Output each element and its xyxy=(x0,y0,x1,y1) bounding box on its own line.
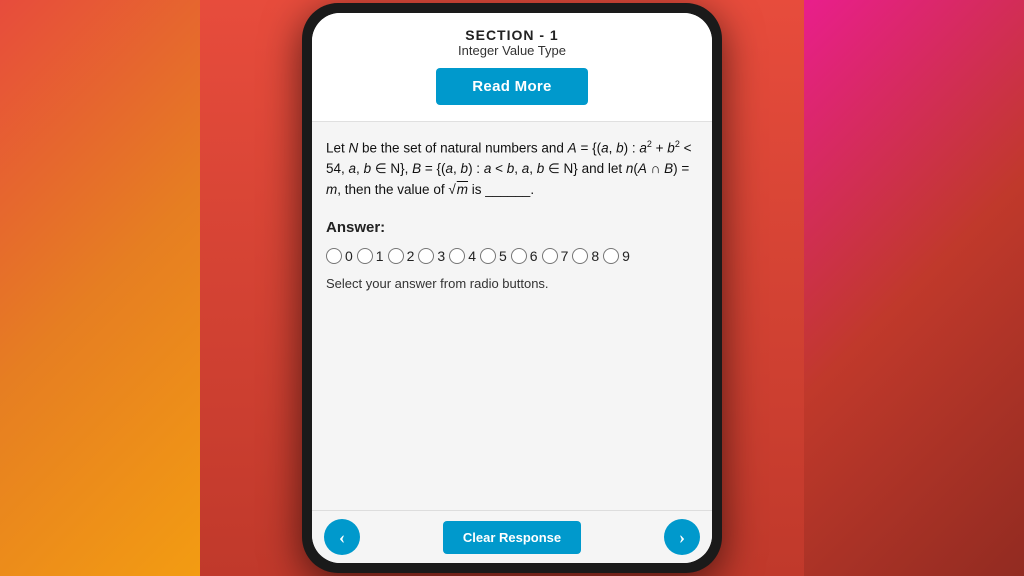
clear-response-button[interactable]: Clear Response xyxy=(443,521,581,554)
prev-button[interactable]: ‹ xyxy=(324,519,360,555)
radio-input-8[interactable] xyxy=(572,248,588,264)
radio-option-5[interactable]: 5 xyxy=(480,248,507,264)
radio-option-6[interactable]: 6 xyxy=(511,248,538,264)
radio-label-3: 3 xyxy=(437,248,445,264)
select-hint: Select your answer from radio buttons. xyxy=(326,276,698,291)
radio-option-7[interactable]: 7 xyxy=(542,248,569,264)
radio-label-2: 2 xyxy=(407,248,415,264)
radio-options-group: 0 1 2 3 4 xyxy=(326,248,698,264)
radio-label-4: 4 xyxy=(468,248,476,264)
content-area: Let N be the set of natural numbers and … xyxy=(312,122,712,510)
radio-option-9[interactable]: 9 xyxy=(603,248,630,264)
prev-icon: ‹ xyxy=(339,527,345,548)
answer-label: Answer: xyxy=(326,219,698,236)
radio-label-6: 6 xyxy=(530,248,538,264)
next-button[interactable]: › xyxy=(664,519,700,555)
read-more-button[interactable]: Read More xyxy=(436,68,587,105)
radio-input-5[interactable] xyxy=(480,248,496,264)
radio-option-1[interactable]: 1 xyxy=(357,248,384,264)
radio-input-6[interactable] xyxy=(511,248,527,264)
radio-input-7[interactable] xyxy=(542,248,558,264)
radio-label-8: 8 xyxy=(591,248,599,264)
radio-label-1: 1 xyxy=(376,248,384,264)
bg-left-decoration xyxy=(0,0,200,576)
section-title: SECTION - 1 xyxy=(328,27,696,43)
section-header-card: SECTION - 1 Integer Value Type Read More xyxy=(312,13,712,122)
radio-label-5: 5 xyxy=(499,248,507,264)
radio-input-3[interactable] xyxy=(418,248,434,264)
bg-right-decoration xyxy=(804,0,1024,576)
radio-option-2[interactable]: 2 xyxy=(388,248,415,264)
phone-device: SECTION - 1 Integer Value Type Read More… xyxy=(302,3,722,573)
question-text: Let N be the set of natural numbers and … xyxy=(326,138,698,201)
radio-input-0[interactable] xyxy=(326,248,342,264)
bottom-navigation: ‹ Clear Response › xyxy=(312,510,712,563)
radio-option-8[interactable]: 8 xyxy=(572,248,599,264)
radio-input-4[interactable] xyxy=(449,248,465,264)
radio-input-2[interactable] xyxy=(388,248,404,264)
radio-input-9[interactable] xyxy=(603,248,619,264)
radio-option-3[interactable]: 3 xyxy=(418,248,445,264)
radio-option-4[interactable]: 4 xyxy=(449,248,476,264)
radio-label-7: 7 xyxy=(561,248,569,264)
radio-option-0[interactable]: 0 xyxy=(326,248,353,264)
radio-label-9: 9 xyxy=(622,248,630,264)
radio-input-1[interactable] xyxy=(357,248,373,264)
next-icon: › xyxy=(679,527,685,548)
section-type: Integer Value Type xyxy=(328,43,696,58)
radio-label-0: 0 xyxy=(345,248,353,264)
phone-screen: SECTION - 1 Integer Value Type Read More… xyxy=(312,13,712,563)
